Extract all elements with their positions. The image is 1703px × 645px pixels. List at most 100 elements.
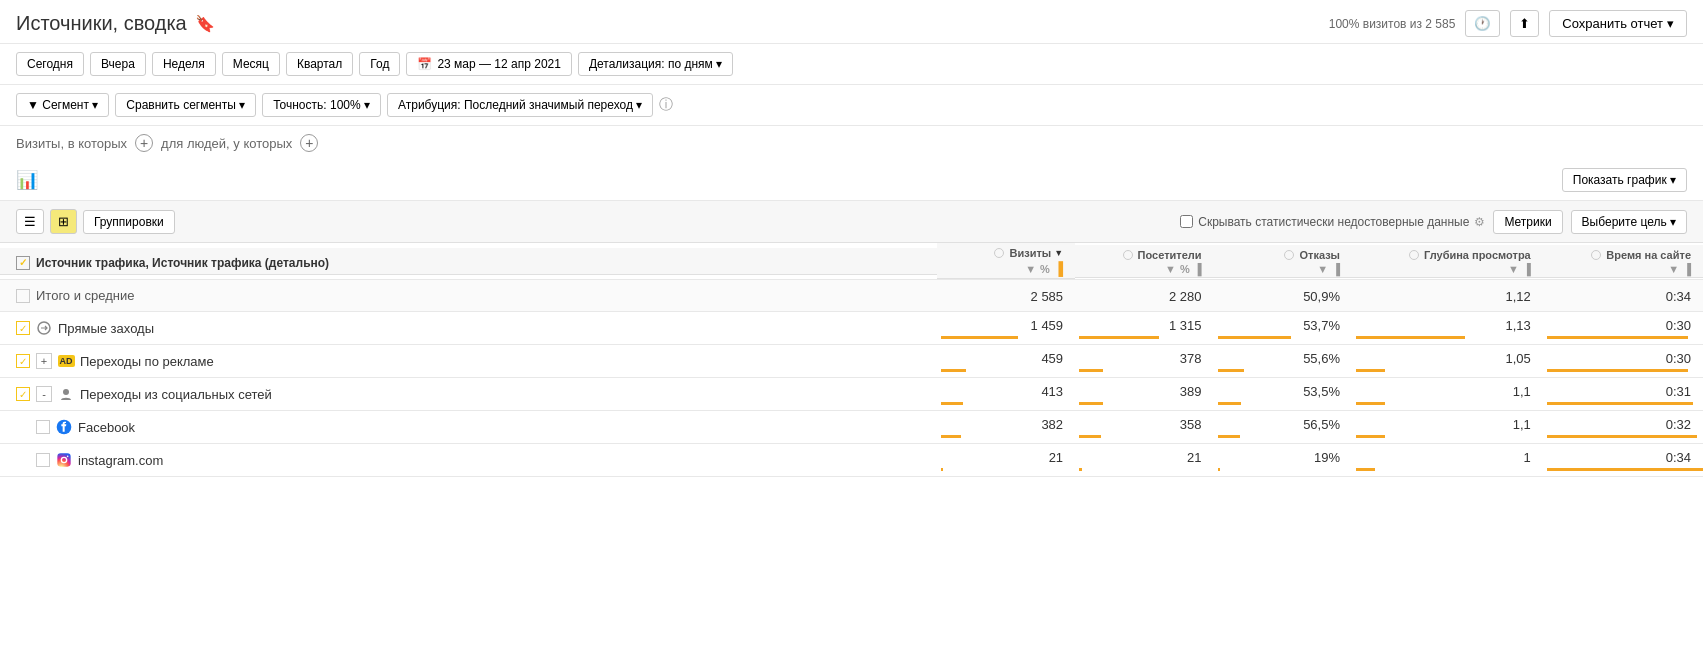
filter-icon: ▼: [27, 98, 42, 112]
metric-cell-time: 0:32: [1543, 411, 1703, 444]
attribution-button[interactable]: Атрибуция: Последний значимый переход ▾: [387, 93, 653, 117]
metric-cell-users: 358: [1075, 411, 1213, 444]
bookmark-icon[interactable]: 🔖: [195, 14, 215, 33]
metric-bar: [1547, 468, 1703, 471]
export-button[interactable]: ⬆: [1510, 10, 1539, 37]
bar-users-icon[interactable]: ▐: [1194, 263, 1202, 275]
metric-bar: [1079, 468, 1082, 471]
page-title: Источники, сводка 🔖: [16, 12, 215, 35]
accuracy-button[interactable]: Точность: 100% ▾: [262, 93, 381, 117]
row-checkbox[interactable]: ✓: [16, 321, 30, 335]
expand-button[interactable]: -: [36, 386, 52, 402]
metric-value: 2 280: [1075, 285, 1213, 306]
save-report-button[interactable]: Сохранить отчет ▾: [1549, 10, 1687, 37]
settings-icon[interactable]: ⚙: [1474, 215, 1485, 229]
show-chart-button[interactable]: Показать график ▾: [1562, 168, 1687, 192]
filter-time-icon[interactable]: ▼: [1668, 263, 1679, 275]
expand-button[interactable]: +: [36, 353, 52, 369]
list-view-button[interactable]: ☰: [16, 209, 44, 234]
data-table: ✓ Источник трафика, Источник трафика (де…: [0, 243, 1703, 477]
row-checkbox[interactable]: [36, 420, 50, 434]
metric-cell-depth: 1,1: [1352, 378, 1543, 411]
clock-button[interactable]: 🕐: [1465, 10, 1500, 37]
info-icon[interactable]: ⓘ: [659, 96, 673, 114]
visits-radio[interactable]: [994, 248, 1004, 258]
row-label: Переходы из социальных сетей: [80, 387, 272, 402]
percent-users-icon[interactable]: %: [1180, 263, 1190, 275]
segment-bar: ▼ Сегмент ▾ Сравнить сегменты ▾ Точность…: [0, 85, 1703, 126]
row-checkbox[interactable]: ✓: [16, 354, 30, 368]
compare-segments-button[interactable]: Сравнить сегменты ▾: [115, 93, 256, 117]
metric-value: 0:31: [1543, 380, 1703, 401]
quarter-button[interactable]: Квартал: [286, 52, 353, 76]
row-checkbox[interactable]: [36, 453, 50, 467]
metric-value: 53,5%: [1214, 380, 1352, 401]
table-controls-left: ☰ ⊞ Группировки: [16, 209, 175, 234]
groupings-button[interactable]: Группировки: [83, 210, 175, 234]
metric-cell-visits: 1 459: [937, 312, 1075, 345]
svg-point-5: [67, 456, 69, 458]
metric-value: 1,12: [1352, 285, 1543, 306]
filter-users-icon[interactable]: ▼: [1165, 263, 1176, 275]
metric-value: 1,1: [1352, 380, 1543, 401]
metric-bar: [1547, 402, 1693, 405]
year-button[interactable]: Год: [359, 52, 400, 76]
metric-value: 0:30: [1543, 314, 1703, 335]
row-label: Итого и средние: [36, 288, 134, 303]
metric-cell-time: 0:30: [1543, 345, 1703, 378]
metric-value: 0:34: [1543, 446, 1703, 467]
filter-visits-icon[interactable]: ▼: [1025, 263, 1036, 275]
metric-value: 459: [937, 347, 1075, 368]
table-controls: ☰ ⊞ Группировки Скрывать статистически н…: [0, 201, 1703, 243]
percent-visits-icon[interactable]: %: [1040, 263, 1050, 275]
month-button[interactable]: Месяц: [222, 52, 280, 76]
metric-cell-visits: 2 585: [937, 280, 1075, 312]
metric-cell-visits: 21: [937, 444, 1075, 477]
bar-depth-icon[interactable]: ▐: [1523, 263, 1531, 275]
hide-stats-checkbox[interactable]: [1180, 215, 1193, 228]
filter-depth-icon[interactable]: ▼: [1508, 263, 1519, 275]
grid-view-button[interactable]: ⊞: [50, 209, 77, 234]
metric-value: 55,6%: [1214, 347, 1352, 368]
col-header-visits: Визиты ▼ ▼ % ▐: [937, 243, 1075, 280]
metrics-button[interactable]: Метрики: [1493, 210, 1562, 234]
bar-bounces-icon[interactable]: ▐: [1332, 263, 1340, 275]
bounces-radio[interactable]: [1284, 250, 1294, 260]
metric-value: 2 585: [937, 285, 1075, 306]
metric-cell-visits: 382: [937, 411, 1075, 444]
date-range-button[interactable]: 📅 23 мар — 12 апр 2021: [406, 52, 572, 76]
add-people-filter-button[interactable]: +: [300, 134, 318, 152]
add-visits-filter-button[interactable]: +: [135, 134, 153, 152]
visits-label: Визиты: [1009, 247, 1051, 259]
detail-button[interactable]: Детализация: по дням ▾: [578, 52, 733, 76]
table-header-row: ✓ Источник трафика, Источник трафика (де…: [0, 243, 1703, 280]
metric-bar: [1356, 369, 1385, 372]
metric-value: 378: [1075, 347, 1213, 368]
metric-cell-bounces: 53,7%: [1214, 312, 1352, 345]
hide-stats-text: Скрывать статистически недостоверные дан…: [1198, 215, 1469, 229]
metric-value: 0:34: [1543, 285, 1703, 306]
row-checkbox[interactable]: [16, 289, 30, 303]
metric-cell-depth: 1,12: [1352, 280, 1543, 312]
bounces-label: Отказы: [1299, 249, 1340, 261]
yesterday-button[interactable]: Вчера: [90, 52, 146, 76]
col-name-label: Источник трафика, Источник трафика (дета…: [36, 256, 329, 270]
segment-button[interactable]: ▼ Сегмент ▾: [16, 93, 109, 117]
metric-value: 0:32: [1543, 413, 1703, 434]
filter-bounces-icon[interactable]: ▼: [1317, 263, 1328, 275]
metric-cell-users: 1 315: [1075, 312, 1213, 345]
bar-time-icon[interactable]: ▐: [1683, 263, 1691, 275]
time-radio[interactable]: [1591, 250, 1601, 260]
choose-goal-button[interactable]: Выберите цель ▾: [1571, 210, 1687, 234]
depth-radio[interactable]: [1409, 250, 1419, 260]
metric-cell-bounces: 55,6%: [1214, 345, 1352, 378]
metric-value: 1 459: [937, 314, 1075, 335]
today-button[interactable]: Сегодня: [16, 52, 84, 76]
row-checkbox[interactable]: ✓: [16, 387, 30, 401]
bar-visits-icon[interactable]: ▐: [1054, 261, 1063, 276]
header-checkbox[interactable]: ✓: [16, 256, 30, 270]
metric-value: 19%: [1214, 446, 1352, 467]
row-label: Прямые заходы: [58, 321, 154, 336]
week-button[interactable]: Неделя: [152, 52, 216, 76]
users-radio[interactable]: [1123, 250, 1133, 260]
